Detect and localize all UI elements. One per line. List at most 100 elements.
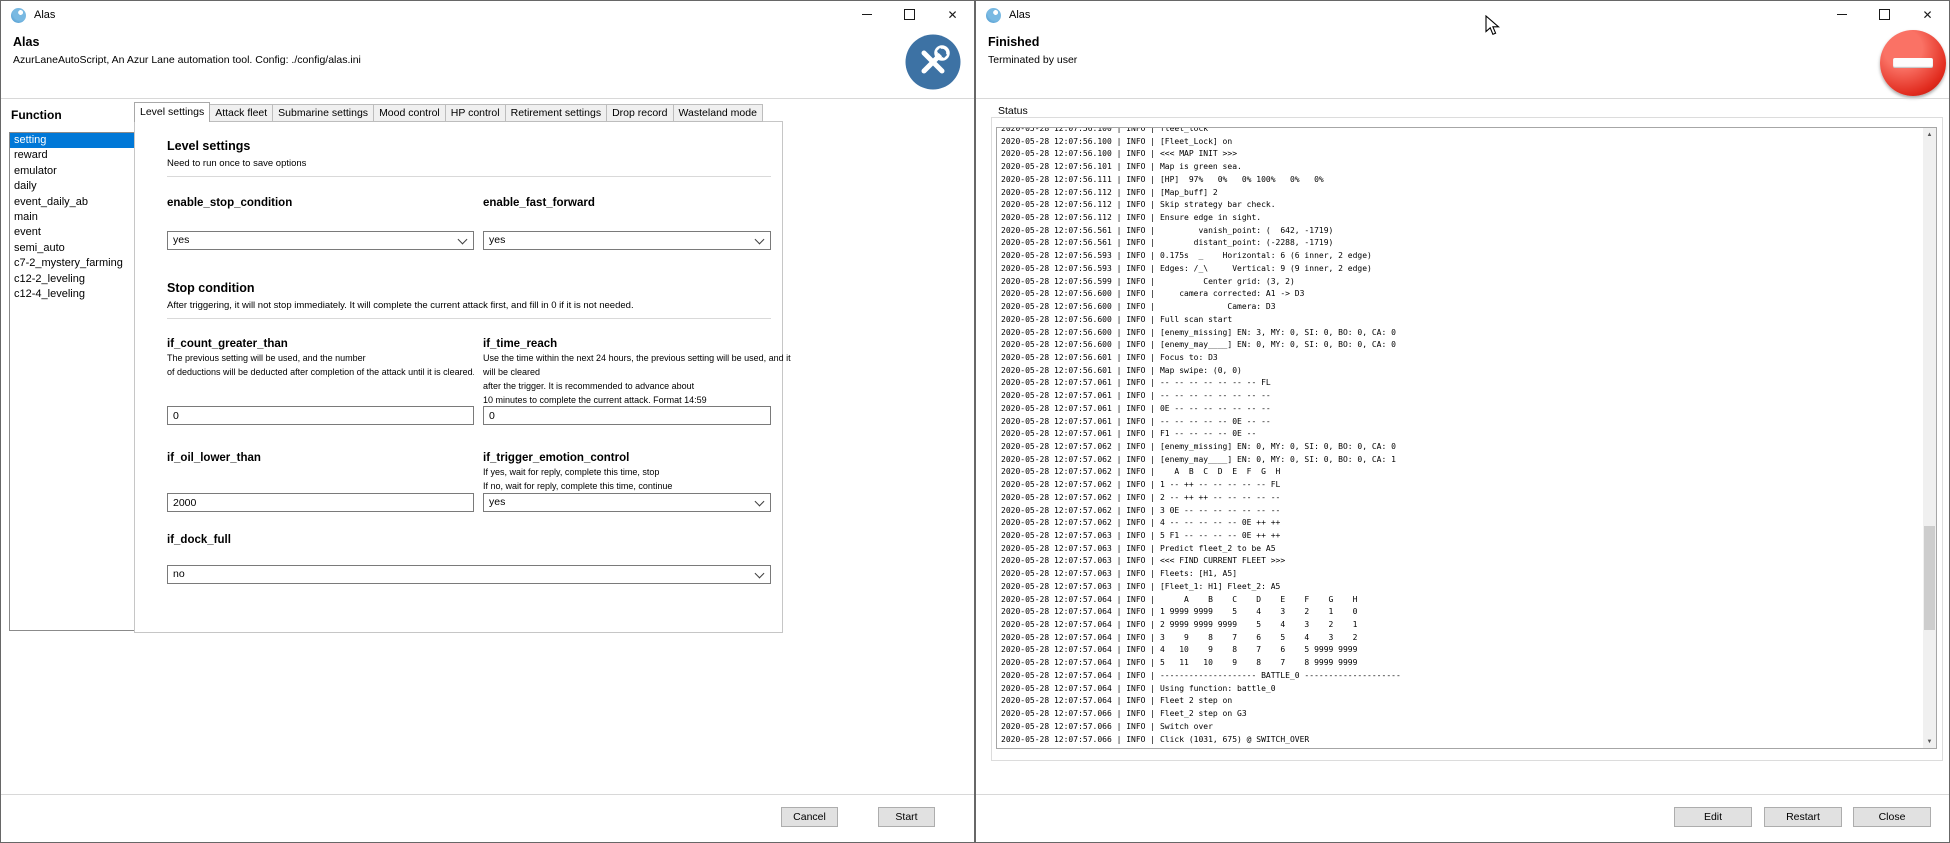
alas-config-window: Alas ✕ Alas AzurLaneAutoScript, An Azur … <box>0 0 975 843</box>
sidebar-item-main[interactable]: main <box>10 210 153 225</box>
log-line: 2020-05-28 12:07:57.062 | INFO | 4 -- --… <box>1001 517 1922 530</box>
restart-button[interactable]: Restart <box>1764 807 1842 827</box>
sidebar-item-semi-auto[interactable]: semi_auto <box>10 241 153 256</box>
form-row: enable_stop_conditionyesenable_fast_forw… <box>167 197 771 250</box>
scrollbar-thumb[interactable] <box>1924 526 1935 630</box>
tab-retirement-settings[interactable]: Retirement settings <box>506 104 607 122</box>
form-row: if_count_greater_thanThe previous settin… <box>167 338 771 425</box>
sidebar-item-daily[interactable]: daily <box>10 179 153 194</box>
log-line: 2020-05-28 12:07:57.066 | INFO | Click (… <box>1001 734 1922 747</box>
log-line: 2020-05-28 12:07:57.062 | INFO | A B C D… <box>1001 466 1922 479</box>
form-section-stop-condition: Stop conditionAfter triggering, it will … <box>167 281 771 319</box>
tab-attack-fleet[interactable]: Attack fleet <box>210 104 273 122</box>
log-line: 2020-05-28 12:07:56.593 | INFO | Edges: … <box>1001 263 1922 276</box>
alas-logo-icon <box>986 8 1001 23</box>
sidebar-item-event-daily-ab[interactable]: event_daily_ab <box>10 195 153 210</box>
sidebar-item-setting[interactable]: setting <box>10 133 153 148</box>
tab-level-settings[interactable]: Level settings <box>134 102 210 122</box>
titlebar[interactable]: Alas <box>976 1 1949 29</box>
chevron-down-icon <box>755 569 765 579</box>
caption-buttons: ✕ <box>845 1 974 28</box>
function-list[interactable]: settingrewardemulatordailyevent_daily_ab… <box>9 132 154 631</box>
tab-hp-control[interactable]: HP control <box>446 104 506 122</box>
tab-wasteland-mode[interactable]: Wasteland mode <box>674 104 763 122</box>
select-value: yes <box>489 496 505 508</box>
field-enable-stop-condition: enable_stop_conditionyes <box>167 197 474 250</box>
field-if-time-reach: if_time_reachUse the time within the nex… <box>483 338 771 425</box>
close-task-button[interactable]: Close <box>1853 807 1931 827</box>
scroll-down-icon[interactable]: ▼ <box>1923 735 1936 748</box>
function-list-label: Function <box>11 108 62 122</box>
form-section-level-settings: Level settingsNeed to run once to save o… <box>167 139 771 177</box>
app-subtitle: AzurLaneAutoScript, An Azur Lane automat… <box>13 54 361 66</box>
minimize-button[interactable] <box>1820 1 1863 28</box>
maximize-icon <box>1879 9 1890 20</box>
close-icon: ✕ <box>1922 9 1932 21</box>
log-line: 2020-05-28 12:07:56.100 | INFO | [Fleet_… <box>1001 136 1922 149</box>
alas-log-window: Alas ✕ Finished Terminated by user Statu… <box>975 0 1950 843</box>
log-line: 2020-05-28 12:07:56.601 | INFO | Focus t… <box>1001 352 1922 365</box>
log-line: 2020-05-28 12:07:57.064 | INFO | A B C D… <box>1001 594 1922 607</box>
log-line: 2020-05-28 12:07:56.600 | INFO | camera … <box>1001 288 1922 301</box>
scroll-up-icon[interactable]: ▲ <box>1923 128 1936 141</box>
field-label: if_trigger_emotion_control <box>483 452 771 464</box>
maximize-button[interactable] <box>888 1 931 28</box>
enable-fast-forward-select[interactable]: yes <box>483 231 771 250</box>
no-entry-stop-icon <box>1880 30 1946 96</box>
minimize-button[interactable] <box>845 1 888 28</box>
if-oil-lower-than-input[interactable] <box>167 493 474 512</box>
maximize-button[interactable] <box>1863 1 1906 28</box>
log-line: 2020-05-28 12:07:57.063 | INFO | 5 F1 --… <box>1001 530 1922 543</box>
header-divider <box>1 98 974 99</box>
form-row: if_oil_lower_thanif_trigger_emotion_cont… <box>167 452 771 512</box>
log-line: 2020-05-28 12:07:57.062 | INFO | 1 -- ++… <box>1001 479 1922 492</box>
log-line: 2020-05-28 12:07:56.600 | INFO | Camera:… <box>1001 301 1922 314</box>
sidebar-item-c7-2-mystery-farming[interactable]: c7-2_mystery_farming <box>10 256 153 271</box>
section-title: Level settings <box>167 139 771 153</box>
close-button[interactable]: ✕ <box>1906 1 1949 28</box>
log-lines: 2020-05-28 12:07:56.100 | INFO | fleet_l… <box>1001 127 1922 746</box>
start-button[interactable]: Start <box>878 807 935 827</box>
sidebar-item-emulator[interactable]: emulator <box>10 164 153 179</box>
status-subtitle: Terminated by user <box>988 54 1077 66</box>
log-line: 2020-05-28 12:07:57.061 | INFO | -- -- -… <box>1001 390 1922 403</box>
field-desc: of deductions will be deducted after com… <box>167 366 474 378</box>
log-scrollbar[interactable]: ▲ ▼ <box>1923 128 1936 748</box>
sidebar-item-reward[interactable]: reward <box>10 148 153 163</box>
header-divider <box>976 98 1949 99</box>
caption-buttons: ✕ <box>1820 1 1949 28</box>
log-line: 2020-05-28 12:07:57.062 | INFO | 2 -- ++… <box>1001 492 1922 505</box>
tab-drop-record[interactable]: Drop record <box>607 104 673 122</box>
minimize-icon <box>1837 14 1847 15</box>
sidebar-item-c12-2-leveling[interactable]: c12-2_leveling <box>10 272 153 287</box>
if-time-reach-input[interactable] <box>483 406 771 425</box>
if-count-greater-than-input[interactable] <box>167 406 474 425</box>
enable-stop-condition-select[interactable]: yes <box>167 231 474 250</box>
chevron-down-icon <box>458 235 468 245</box>
sidebar-item-event[interactable]: event <box>10 225 153 240</box>
close-button[interactable]: ✕ <box>931 1 974 28</box>
form-row: if_dock_fullno <box>167 534 771 584</box>
log-line: 2020-05-28 12:07:56.561 | INFO | distant… <box>1001 237 1922 250</box>
chevron-down-icon <box>755 497 765 507</box>
if-dock-full-select[interactable]: no <box>167 565 771 584</box>
tab-submarine-settings[interactable]: Submarine settings <box>273 104 374 122</box>
if-trigger-emotion-control-select[interactable]: yes <box>483 493 771 512</box>
edit-button[interactable]: Edit <box>1674 807 1752 827</box>
field-if-trigger-emotion-control: if_trigger_emotion_controlIf yes, wait f… <box>483 452 771 512</box>
wrench-tools-icon <box>905 34 961 90</box>
footer-divider <box>976 794 1949 795</box>
log-line: 2020-05-28 12:07:56.112 | INFO | Ensure … <box>1001 212 1922 225</box>
cancel-button[interactable]: Cancel <box>781 807 838 827</box>
log-line: 2020-05-28 12:07:57.062 | INFO | [enemy_… <box>1001 441 1922 454</box>
log-view[interactable]: 2020-05-28 12:07:56.100 | INFO | fleet_l… <box>996 127 1937 749</box>
log-line: 2020-05-28 12:07:57.062 | INFO | [enemy_… <box>1001 454 1922 467</box>
titlebar[interactable]: Alas <box>1 1 974 29</box>
log-line: 2020-05-28 12:07:56.601 | INFO | Map swi… <box>1001 365 1922 378</box>
sidebar-item-c12-4-leveling[interactable]: c12-4_leveling <box>10 287 153 302</box>
log-line: 2020-05-28 12:07:56.600 | INFO | Full sc… <box>1001 314 1922 327</box>
log-line: 2020-05-28 12:07:57.061 | INFO | -- -- -… <box>1001 377 1922 390</box>
section-divider <box>167 176 771 177</box>
tab-mood-control[interactable]: Mood control <box>374 104 446 122</box>
log-line: 2020-05-28 12:07:57.061 | INFO | F1 -- -… <box>1001 428 1922 441</box>
